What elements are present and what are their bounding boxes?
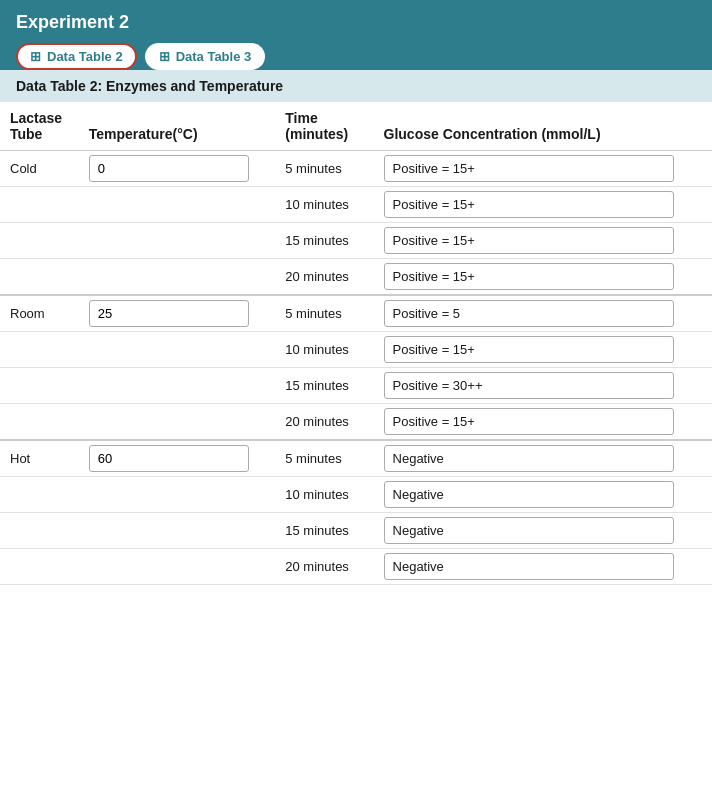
table-row: 20 minutes bbox=[0, 404, 712, 441]
subtitle-text: Data Table 2: Enzymes and Temperature bbox=[16, 78, 283, 94]
lactase-label: Cold bbox=[0, 151, 79, 187]
lactase-label bbox=[0, 259, 79, 296]
lactase-label bbox=[0, 404, 79, 441]
table-icon-2: ⊞ bbox=[30, 49, 41, 64]
lactase-label bbox=[0, 223, 79, 259]
lactase-label bbox=[0, 513, 79, 549]
tab-data-table-2[interactable]: ⊞ Data Table 2 bbox=[16, 43, 137, 70]
time-cell: 5 minutes bbox=[275, 151, 373, 187]
subtitle-bar: Data Table 2: Enzymes and Temperature bbox=[0, 70, 712, 102]
result-cell[interactable] bbox=[374, 187, 712, 223]
result-input[interactable] bbox=[384, 300, 674, 327]
lactase-label bbox=[0, 368, 79, 404]
lactase-label bbox=[0, 477, 79, 513]
table-icon-3: ⊞ bbox=[159, 49, 170, 64]
lactase-label bbox=[0, 549, 79, 585]
table-row: 10 minutes bbox=[0, 332, 712, 368]
table-row: 20 minutes bbox=[0, 549, 712, 585]
col-header-lactase: Lactase Tube bbox=[0, 102, 79, 151]
time-cell: 15 minutes bbox=[275, 368, 373, 404]
temperature-cell bbox=[79, 549, 276, 585]
result-cell[interactable] bbox=[374, 259, 712, 296]
result-input[interactable] bbox=[384, 155, 674, 182]
result-input[interactable] bbox=[384, 263, 674, 290]
temperature-cell bbox=[79, 187, 276, 223]
tab-label-2: Data Table 2 bbox=[47, 49, 123, 64]
result-input[interactable] bbox=[384, 481, 674, 508]
data-table: Lactase Tube Temperature(°C) Time (minut… bbox=[0, 102, 712, 585]
lactase-label: Hot bbox=[0, 440, 79, 477]
table-container: Lactase Tube Temperature(°C) Time (minut… bbox=[0, 102, 712, 585]
result-input[interactable] bbox=[384, 517, 674, 544]
time-cell: 5 minutes bbox=[275, 295, 373, 332]
lactase-label: Room bbox=[0, 295, 79, 332]
temperature-cell bbox=[79, 513, 276, 549]
time-cell: 10 minutes bbox=[275, 332, 373, 368]
tab-bar: ⊞ Data Table 2 ⊞ Data Table 3 bbox=[16, 43, 696, 70]
table-header-row: Lactase Tube Temperature(°C) Time (minut… bbox=[0, 102, 712, 151]
result-input[interactable] bbox=[384, 336, 674, 363]
temperature-cell bbox=[79, 404, 276, 441]
experiment-title: Experiment 2 bbox=[16, 12, 696, 33]
table-row: 15 minutes bbox=[0, 368, 712, 404]
temperature-cell bbox=[79, 223, 276, 259]
result-cell[interactable] bbox=[374, 404, 712, 441]
temperature-input[interactable] bbox=[89, 300, 249, 327]
result-cell[interactable] bbox=[374, 332, 712, 368]
result-input[interactable] bbox=[384, 408, 674, 435]
tab-label-3: Data Table 3 bbox=[176, 49, 252, 64]
lactase-label bbox=[0, 332, 79, 368]
result-cell[interactable] bbox=[374, 368, 712, 404]
col-header-temperature: Temperature(°C) bbox=[79, 102, 276, 151]
time-cell: 10 minutes bbox=[275, 187, 373, 223]
result-cell[interactable] bbox=[374, 549, 712, 585]
result-input[interactable] bbox=[384, 445, 674, 472]
temperature-cell[interactable] bbox=[79, 440, 276, 477]
result-cell[interactable] bbox=[374, 295, 712, 332]
result-cell[interactable] bbox=[374, 477, 712, 513]
tab-data-table-3[interactable]: ⊞ Data Table 3 bbox=[145, 43, 266, 70]
table-row: 15 minutes bbox=[0, 513, 712, 549]
time-cell: 15 minutes bbox=[275, 223, 373, 259]
result-input[interactable] bbox=[384, 372, 674, 399]
result-cell[interactable] bbox=[374, 440, 712, 477]
table-row: 10 minutes bbox=[0, 477, 712, 513]
col-header-time: Time (minutes) bbox=[275, 102, 373, 151]
table-row: Cold 5 minutes bbox=[0, 151, 712, 187]
result-cell[interactable] bbox=[374, 223, 712, 259]
temperature-cell[interactable] bbox=[79, 295, 276, 332]
temperature-input[interactable] bbox=[89, 445, 249, 472]
result-input[interactable] bbox=[384, 553, 674, 580]
temperature-cell bbox=[79, 332, 276, 368]
time-cell: 20 minutes bbox=[275, 259, 373, 296]
table-row: 10 minutes bbox=[0, 187, 712, 223]
result-cell[interactable] bbox=[374, 151, 712, 187]
col-header-glucose: Glucose Concentration (mmol/L) bbox=[374, 102, 712, 151]
result-input[interactable] bbox=[384, 191, 674, 218]
temperature-cell[interactable] bbox=[79, 151, 276, 187]
result-input[interactable] bbox=[384, 227, 674, 254]
temperature-input[interactable] bbox=[89, 155, 249, 182]
header: Experiment 2 ⊞ Data Table 2 ⊞ Data Table… bbox=[0, 0, 712, 70]
time-cell: 10 minutes bbox=[275, 477, 373, 513]
result-cell[interactable] bbox=[374, 513, 712, 549]
lactase-label bbox=[0, 187, 79, 223]
temperature-cell bbox=[79, 368, 276, 404]
temperature-cell bbox=[79, 259, 276, 296]
time-cell: 20 minutes bbox=[275, 404, 373, 441]
time-cell: 20 minutes bbox=[275, 549, 373, 585]
temperature-cell bbox=[79, 477, 276, 513]
table-row: 20 minutes bbox=[0, 259, 712, 296]
table-row: Hot 5 minutes bbox=[0, 440, 712, 477]
time-cell: 5 minutes bbox=[275, 440, 373, 477]
time-cell: 15 minutes bbox=[275, 513, 373, 549]
table-row: Room 5 minutes bbox=[0, 295, 712, 332]
table-row: 15 minutes bbox=[0, 223, 712, 259]
